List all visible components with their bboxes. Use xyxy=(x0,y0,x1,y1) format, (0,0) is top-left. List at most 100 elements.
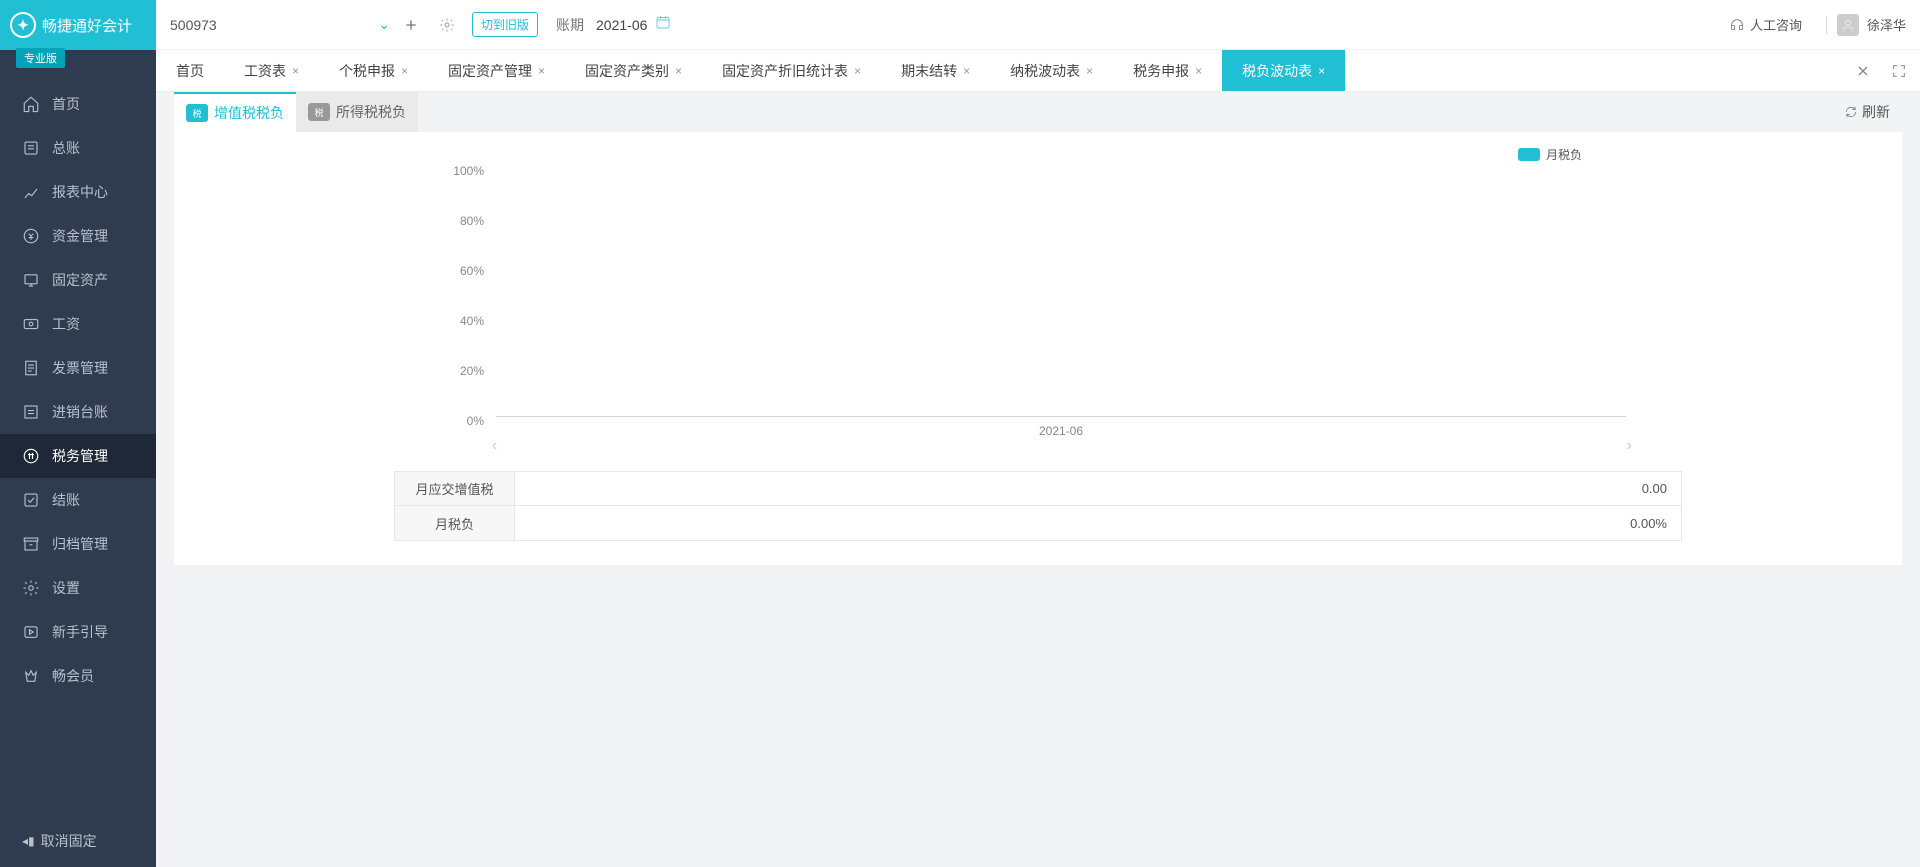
tab-8[interactable]: 税务申报 × xyxy=(1113,50,1222,91)
tab-close-icon[interactable]: × xyxy=(1318,64,1325,78)
invoice-icon xyxy=(22,359,40,377)
sidebar-item-vip[interactable]: 畅会员 xyxy=(0,654,156,698)
tab-9[interactable]: 税负波动表× xyxy=(1222,50,1345,91)
sidebar-item-label: 畅会员 xyxy=(52,666,94,686)
refresh-label: 刷新 xyxy=(1862,102,1890,122)
fullscreen-button[interactable] xyxy=(1886,58,1912,84)
subtab-badge-icon: 税 xyxy=(186,104,208,122)
sidebar-item-label: 进销台账 xyxy=(52,402,108,422)
tab-close-icon[interactable]: × xyxy=(401,64,408,78)
tab-close-icon[interactable]: × xyxy=(675,64,682,78)
table-row: 月税负0.00% xyxy=(395,506,1681,540)
entity-value: 500973 xyxy=(170,17,217,33)
sidebar-item-ledger[interactable]: 总账 xyxy=(0,126,156,170)
sidebar-item-settings[interactable]: 设置 xyxy=(0,566,156,610)
support-button[interactable]: 人工咨询 xyxy=(1729,15,1802,34)
sidebar-item-label: 发票管理 xyxy=(52,358,108,378)
user-name: 徐泽华 xyxy=(1867,15,1906,34)
subtab-1[interactable]: 税所得税税负 xyxy=(296,92,418,132)
entity-selector[interactable]: 500973 ⌄ xyxy=(170,16,390,33)
tab-close-icon[interactable]: × xyxy=(292,64,299,78)
sidebar-item-report[interactable]: 报表中心 xyxy=(0,170,156,214)
archive-icon xyxy=(22,535,40,553)
tab-label: 个税申报 xyxy=(339,61,395,81)
refresh-icon xyxy=(1844,105,1858,119)
sidebar-item-close-period[interactable]: 结账 xyxy=(0,478,156,522)
support-label: 人工咨询 xyxy=(1750,15,1802,34)
user-menu[interactable]: 徐泽华 xyxy=(1837,14,1906,36)
brand-logo-icon: ✦ xyxy=(10,12,36,38)
settings-gear-button[interactable] xyxy=(432,10,462,40)
row-value: 0.00% xyxy=(515,506,1681,540)
unpin-arrow-icon: ◂▮ xyxy=(22,834,35,848)
switch-old-version-button[interactable]: 切到旧版 xyxy=(472,12,538,37)
tab-7[interactable]: 纳税波动表× xyxy=(990,50,1113,91)
sidebar-item-invoice[interactable]: 发票管理 xyxy=(0,346,156,390)
tab-0[interactable]: 首页 xyxy=(156,50,224,91)
tab-4[interactable]: 固定资产类别 × xyxy=(565,50,702,91)
brand-name: 畅捷通好会计 xyxy=(42,15,132,36)
tab-close-icon[interactable]: × xyxy=(854,64,861,78)
tab-label: 期末结转 xyxy=(901,61,957,81)
subtab-badge-icon: 税 xyxy=(308,103,330,121)
brand-edition: 专业版 xyxy=(16,48,65,68)
legend-swatch-icon xyxy=(1518,148,1540,161)
close-period-icon xyxy=(22,491,40,509)
unpin-sidebar-button[interactable]: ◂▮ 取消固定 xyxy=(0,815,156,867)
tab-close-icon[interactable]: × xyxy=(963,64,970,78)
subtab-label: 所得税税负 xyxy=(336,102,406,122)
sidebar-item-tax[interactable]: 税务管理 xyxy=(0,434,156,478)
subtab-0[interactable]: 税增值税税负 xyxy=(174,92,296,132)
sidebar-item-home[interactable]: 首页 xyxy=(0,82,156,126)
tab-label: 工资表 xyxy=(244,61,286,81)
ledger-icon xyxy=(22,139,40,157)
add-button[interactable] xyxy=(396,10,426,40)
funds-icon xyxy=(22,227,40,245)
period-label: 账期 xyxy=(556,15,584,35)
sidebar-item-label: 报表中心 xyxy=(52,182,108,202)
sidebar-item-label: 固定资产 xyxy=(52,270,108,290)
tab-label: 固定资产类别 xyxy=(585,61,669,81)
home-icon xyxy=(22,95,40,113)
sidebar-item-label: 设置 xyxy=(52,578,80,598)
tab-label: 固定资产管理 xyxy=(448,61,532,81)
sidebar-item-guide[interactable]: 新手引导 xyxy=(0,610,156,654)
sidebar-item-inout[interactable]: 进销台账 xyxy=(0,390,156,434)
sidebar-item-label: 税务管理 xyxy=(52,446,108,466)
legend-item[interactable]: 月税负 xyxy=(1518,146,1582,163)
tab-close-icon[interactable]: × xyxy=(1086,64,1093,78)
sidebar-item-archive[interactable]: 归档管理 xyxy=(0,522,156,566)
sidebar-item-label: 结账 xyxy=(52,490,80,510)
period-calendar-button[interactable] xyxy=(655,14,671,35)
sidebar-item-assets[interactable]: 固定资产 xyxy=(0,258,156,302)
assets-icon xyxy=(22,271,40,289)
brand-logo-area: ✦ 畅捷通好会计 xyxy=(0,0,156,50)
avatar-icon xyxy=(1837,14,1859,36)
tab-5[interactable]: 固定资产折旧统计表 × xyxy=(702,50,881,91)
sidebar-item-salary[interactable]: 工资 xyxy=(0,302,156,346)
tab-label: 固定资产折旧统计表 xyxy=(722,61,848,81)
close-all-tabs-button[interactable] xyxy=(1850,58,1876,84)
tab-close-icon[interactable]: × xyxy=(538,64,545,78)
tax-icon xyxy=(22,447,40,465)
tab-3[interactable]: 固定资产管理 × xyxy=(428,50,565,91)
sidebar-item-funds[interactable]: 资金管理 xyxy=(0,214,156,258)
chart-next-button[interactable]: › xyxy=(1627,437,1632,455)
sidebar-item-label: 总账 xyxy=(52,138,80,158)
row-label: 月应交增值税 xyxy=(395,472,515,505)
row-value: 0.00 xyxy=(515,472,1681,505)
tab-2[interactable]: 个税申报 × xyxy=(319,50,428,91)
report-icon xyxy=(22,183,40,201)
tab-label: 税务申报 xyxy=(1133,61,1189,81)
x-axis-label: 2021-06 xyxy=(1039,424,1083,438)
tab-close-icon[interactable]: × xyxy=(1195,64,1202,78)
refresh-button[interactable]: 刷新 xyxy=(1832,102,1902,122)
sidebar-item-label: 工资 xyxy=(52,314,80,334)
y-tick: 60% xyxy=(460,264,484,278)
tab-1[interactable]: 工资表 × xyxy=(224,50,319,91)
tab-6[interactable]: 期末结转 × xyxy=(881,50,990,91)
chart-prev-button[interactable]: ‹ xyxy=(492,437,497,455)
period-value: 2021-06 xyxy=(596,17,647,33)
tax-burden-chart: 0%20%40%60%80%100% 2021-06 ‹ › xyxy=(444,171,1632,431)
subtab-label: 增值税税负 xyxy=(214,103,284,123)
